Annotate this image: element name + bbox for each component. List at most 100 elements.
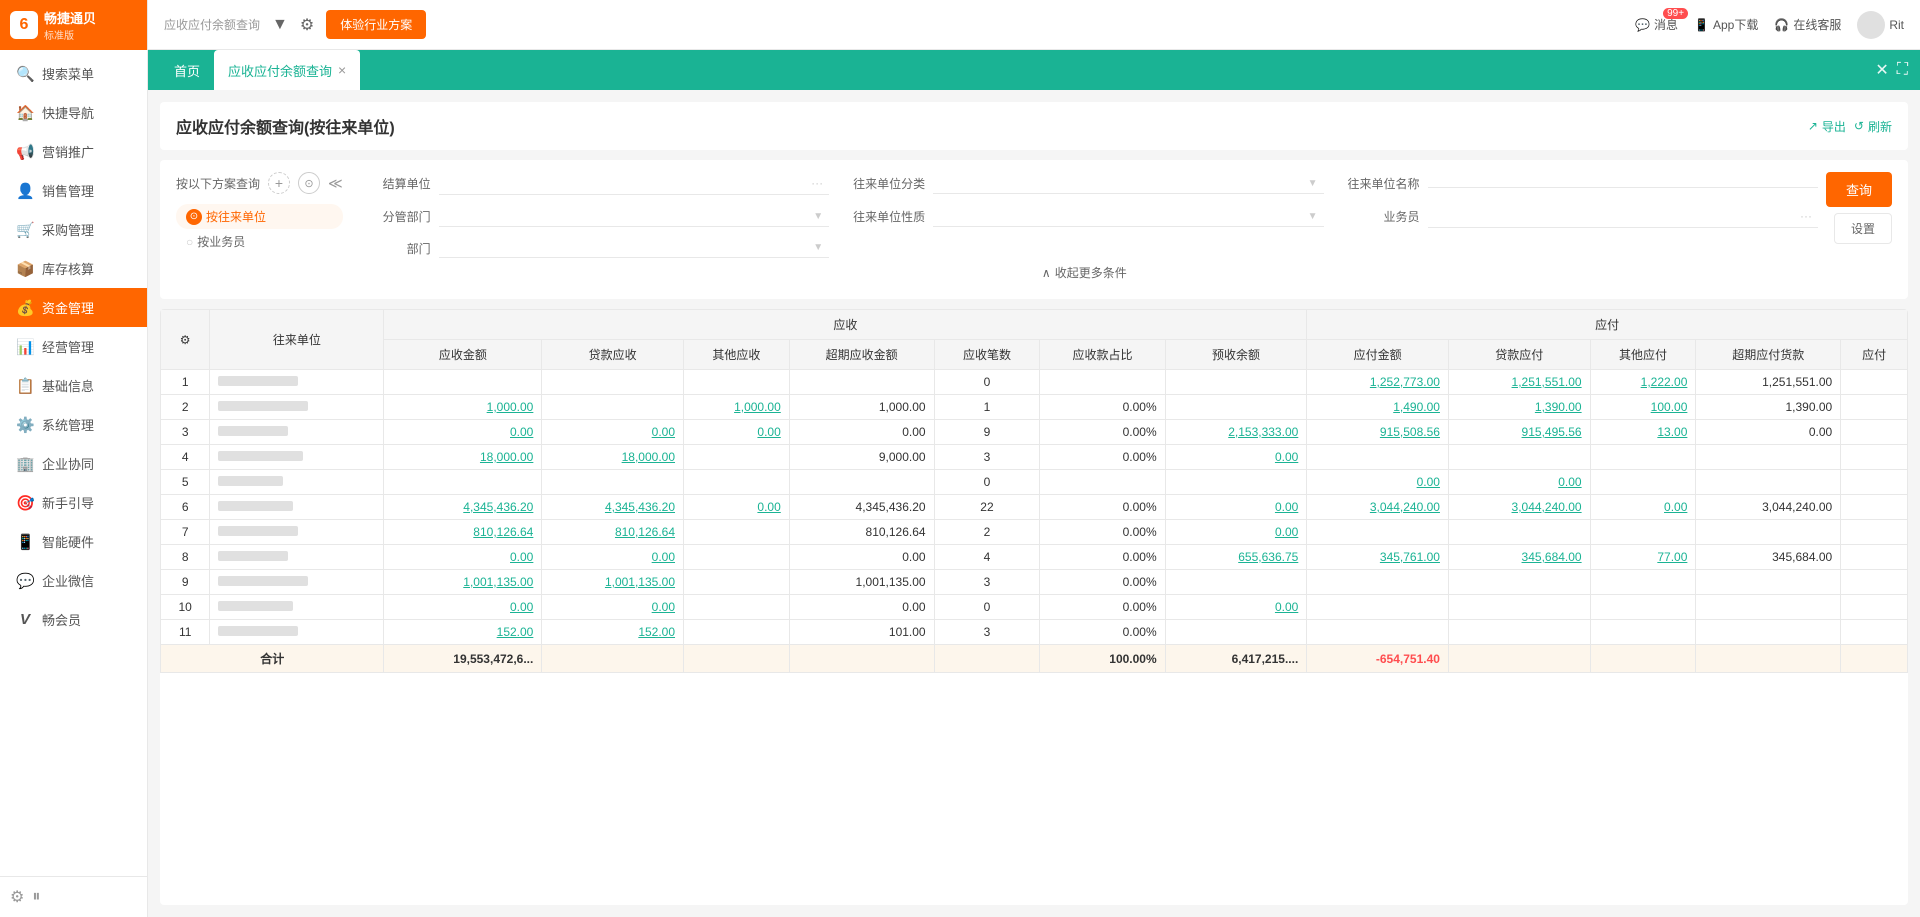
row-ap: 345,761.00 (1307, 545, 1449, 570)
filter-dept-input[interactable]: ▼ (439, 207, 829, 227)
sidebar-item-quick-nav[interactable]: 🏠 快捷导航 (0, 93, 147, 132)
row-num: 2 (161, 395, 210, 420)
sidebar-item-hardware[interactable]: 📱 智能硬件 (0, 522, 147, 561)
row-loan-ap: 1,251,551.00 (1448, 370, 1590, 395)
filter-department-input[interactable]: ▼ (439, 238, 829, 258)
filter-category-input[interactable]: ▼ (933, 174, 1323, 194)
row-ar: 152.00 (384, 620, 542, 645)
row-ar-ratio: 0.00% (1040, 420, 1165, 445)
refresh-button[interactable]: ↺ 刷新 (1854, 118, 1892, 135)
summary-ap2 (1841, 645, 1908, 673)
service-icon: 🎧 (1774, 18, 1789, 32)
sidebar-item-guide[interactable]: 🎯 新手引导 (0, 483, 147, 522)
filter-unit-name-input[interactable] (1428, 179, 1818, 188)
filter-field-settlement: 结算单位 ··· (351, 172, 829, 195)
filter-salesperson-label: 按业务员 (197, 233, 245, 250)
summary-other-ar (684, 645, 790, 673)
tab-close-window-icon[interactable]: ✕ (1875, 60, 1888, 80)
table-row: 9 1,001,135.00 1,001,135.00 1,001,135.00… (161, 570, 1908, 595)
sidebar-item-label: 销售管理 (42, 181, 94, 200)
export-icon: ↗ (1808, 119, 1818, 133)
row-ap (1307, 520, 1449, 545)
query-button[interactable]: 查询 (1826, 172, 1892, 207)
tab-home[interactable]: 首页 (160, 50, 214, 90)
row-overdue-ap: 345,684.00 (1696, 545, 1841, 570)
sidebar-item-search[interactable]: 🔍 搜索菜单 (0, 54, 147, 93)
app-download-action[interactable]: 📱 App下载 (1694, 16, 1758, 33)
filter-fields-block: 结算单位 ··· 往来单位分类 ▼ (351, 172, 1818, 287)
sidebar-item-basic[interactable]: 📋 基础信息 (0, 366, 147, 405)
row-unit (210, 620, 384, 645)
filter-add-button[interactable]: + (268, 172, 290, 194)
row-overdue-ap: 1,251,551.00 (1696, 370, 1841, 395)
nav-dropdown-btn[interactable]: ▼ (272, 16, 288, 34)
sidebar-item-purchase[interactable]: 🛒 采购管理 (0, 210, 147, 249)
inventory-icon: 📦 (16, 260, 34, 278)
sidebar-item-member[interactable]: V 畅会员 (0, 600, 147, 639)
sidebar-item-inventory[interactable]: 📦 库存核算 (0, 249, 147, 288)
row-ap2 (1841, 595, 1908, 620)
sidebar-item-operations[interactable]: 📊 经营管理 (0, 327, 147, 366)
sidebar-item-label: 库存核算 (42, 259, 94, 278)
sidebar-item-wechat[interactable]: 💬 企业微信 (0, 561, 147, 600)
sidebar-nav: 🔍 搜索菜单 🏠 快捷导航 📢 营销推广 👤 销售管理 🛒 采购管理 📦 (0, 50, 147, 876)
row-loan-ap (1448, 620, 1590, 645)
row-unit (210, 470, 384, 495)
row-overdue-ar: 1,000.00 (789, 395, 934, 420)
row-other-ar: 0.00 (684, 495, 790, 520)
collapse-footer-icon[interactable]: ⏸ (32, 888, 40, 906)
filter-unit-label: 按往来单位 (206, 208, 266, 225)
filter-more-btn[interactable]: ∧ 收起更多条件 (351, 258, 1818, 287)
row-ap: 1,490.00 (1307, 395, 1449, 420)
gear-th[interactable]: ⚙ (161, 310, 210, 370)
filter-fields: 结算单位 ··· 往来单位分类 ▼ (351, 172, 1818, 258)
filter-settings-button[interactable]: ⊙ (298, 172, 320, 194)
summary-ar-count (934, 645, 1040, 673)
sidebar-item-enterprise[interactable]: 🏢 企业协同 (0, 444, 147, 483)
header-gear-icon[interactable]: ⚙ (300, 15, 314, 35)
row-unit (210, 445, 384, 470)
settings-button[interactable]: 设置 (1834, 213, 1892, 244)
promo-button[interactable]: 体验行业方案 (326, 10, 426, 39)
row-ap (1307, 620, 1449, 645)
user-profile[interactable]: Rit (1857, 11, 1904, 39)
settings-footer-icon[interactable]: ⚙ (10, 887, 24, 907)
row-num: 10 (161, 595, 210, 620)
filter-salesperson-input[interactable]: ··· (1428, 205, 1818, 228)
service-action[interactable]: 🎧 在线客服 (1774, 16, 1841, 33)
tab-fullscreen-icon[interactable]: ⛶ (1897, 61, 1908, 79)
row-ap2 (1841, 420, 1908, 445)
filter-by-salesperson[interactable]: ○ 按业务员 (176, 229, 343, 254)
sidebar-item-sales[interactable]: 👤 销售管理 (0, 171, 147, 210)
message-action[interactable]: 💬 消息 99+ (1635, 16, 1678, 33)
row-overdue-ar: 0.00 (789, 595, 934, 620)
row-ap2 (1841, 395, 1908, 420)
app-label: App下载 (1713, 16, 1758, 33)
sidebar-item-finance[interactable]: 💰 资金管理 (0, 288, 147, 327)
tab-close-icon[interactable]: × (338, 62, 346, 78)
row-num: 8 (161, 545, 210, 570)
row-advance: 0.00 (1165, 445, 1307, 470)
export-button[interactable]: ↗ 导出 (1808, 118, 1846, 135)
filter-left: 按以下方案查询 + ⊙ ≪ ⊙ 按往来单位 ○ (176, 172, 343, 287)
row-ar-count: 3 (934, 445, 1040, 470)
tab-ar-ap-query[interactable]: 应收应付余额查询 × (214, 50, 360, 90)
table-row: 3 0.00 0.00 0.00 0.00 9 0.00% 2,153,333.… (161, 420, 1908, 445)
filter-more-label: 收起更多条件 (1055, 264, 1127, 281)
filter-collapse-button[interactable]: ≪ (328, 175, 343, 192)
filter-nature-input[interactable]: ▼ (933, 207, 1323, 227)
row-loan-ar (542, 470, 684, 495)
sidebar-item-system[interactable]: ⚙️ 系统管理 (0, 405, 147, 444)
filter-by-unit[interactable]: ⊙ 按往来单位 (176, 204, 343, 229)
filter-settlement-input[interactable]: ··· (439, 172, 829, 195)
top-header: 应收应付余额查询 ▼ ⚙ 体验行业方案 💬 消息 99+ 📱 App下载 🎧 在… (148, 0, 1920, 50)
row-advance: 655,636.75 (1165, 545, 1307, 570)
row-num: 5 (161, 470, 210, 495)
sidebar-item-marketing[interactable]: 📢 营销推广 (0, 132, 147, 171)
th-overdue-ar: 超期应收金额 (789, 340, 934, 370)
row-other-ar (684, 545, 790, 570)
row-loan-ap: 345,684.00 (1448, 545, 1590, 570)
row-ar-ratio: 0.00% (1040, 570, 1165, 595)
row-overdue-ar: 0.00 (789, 545, 934, 570)
filter-field-unit-name: 往来单位名称 (1340, 172, 1818, 195)
